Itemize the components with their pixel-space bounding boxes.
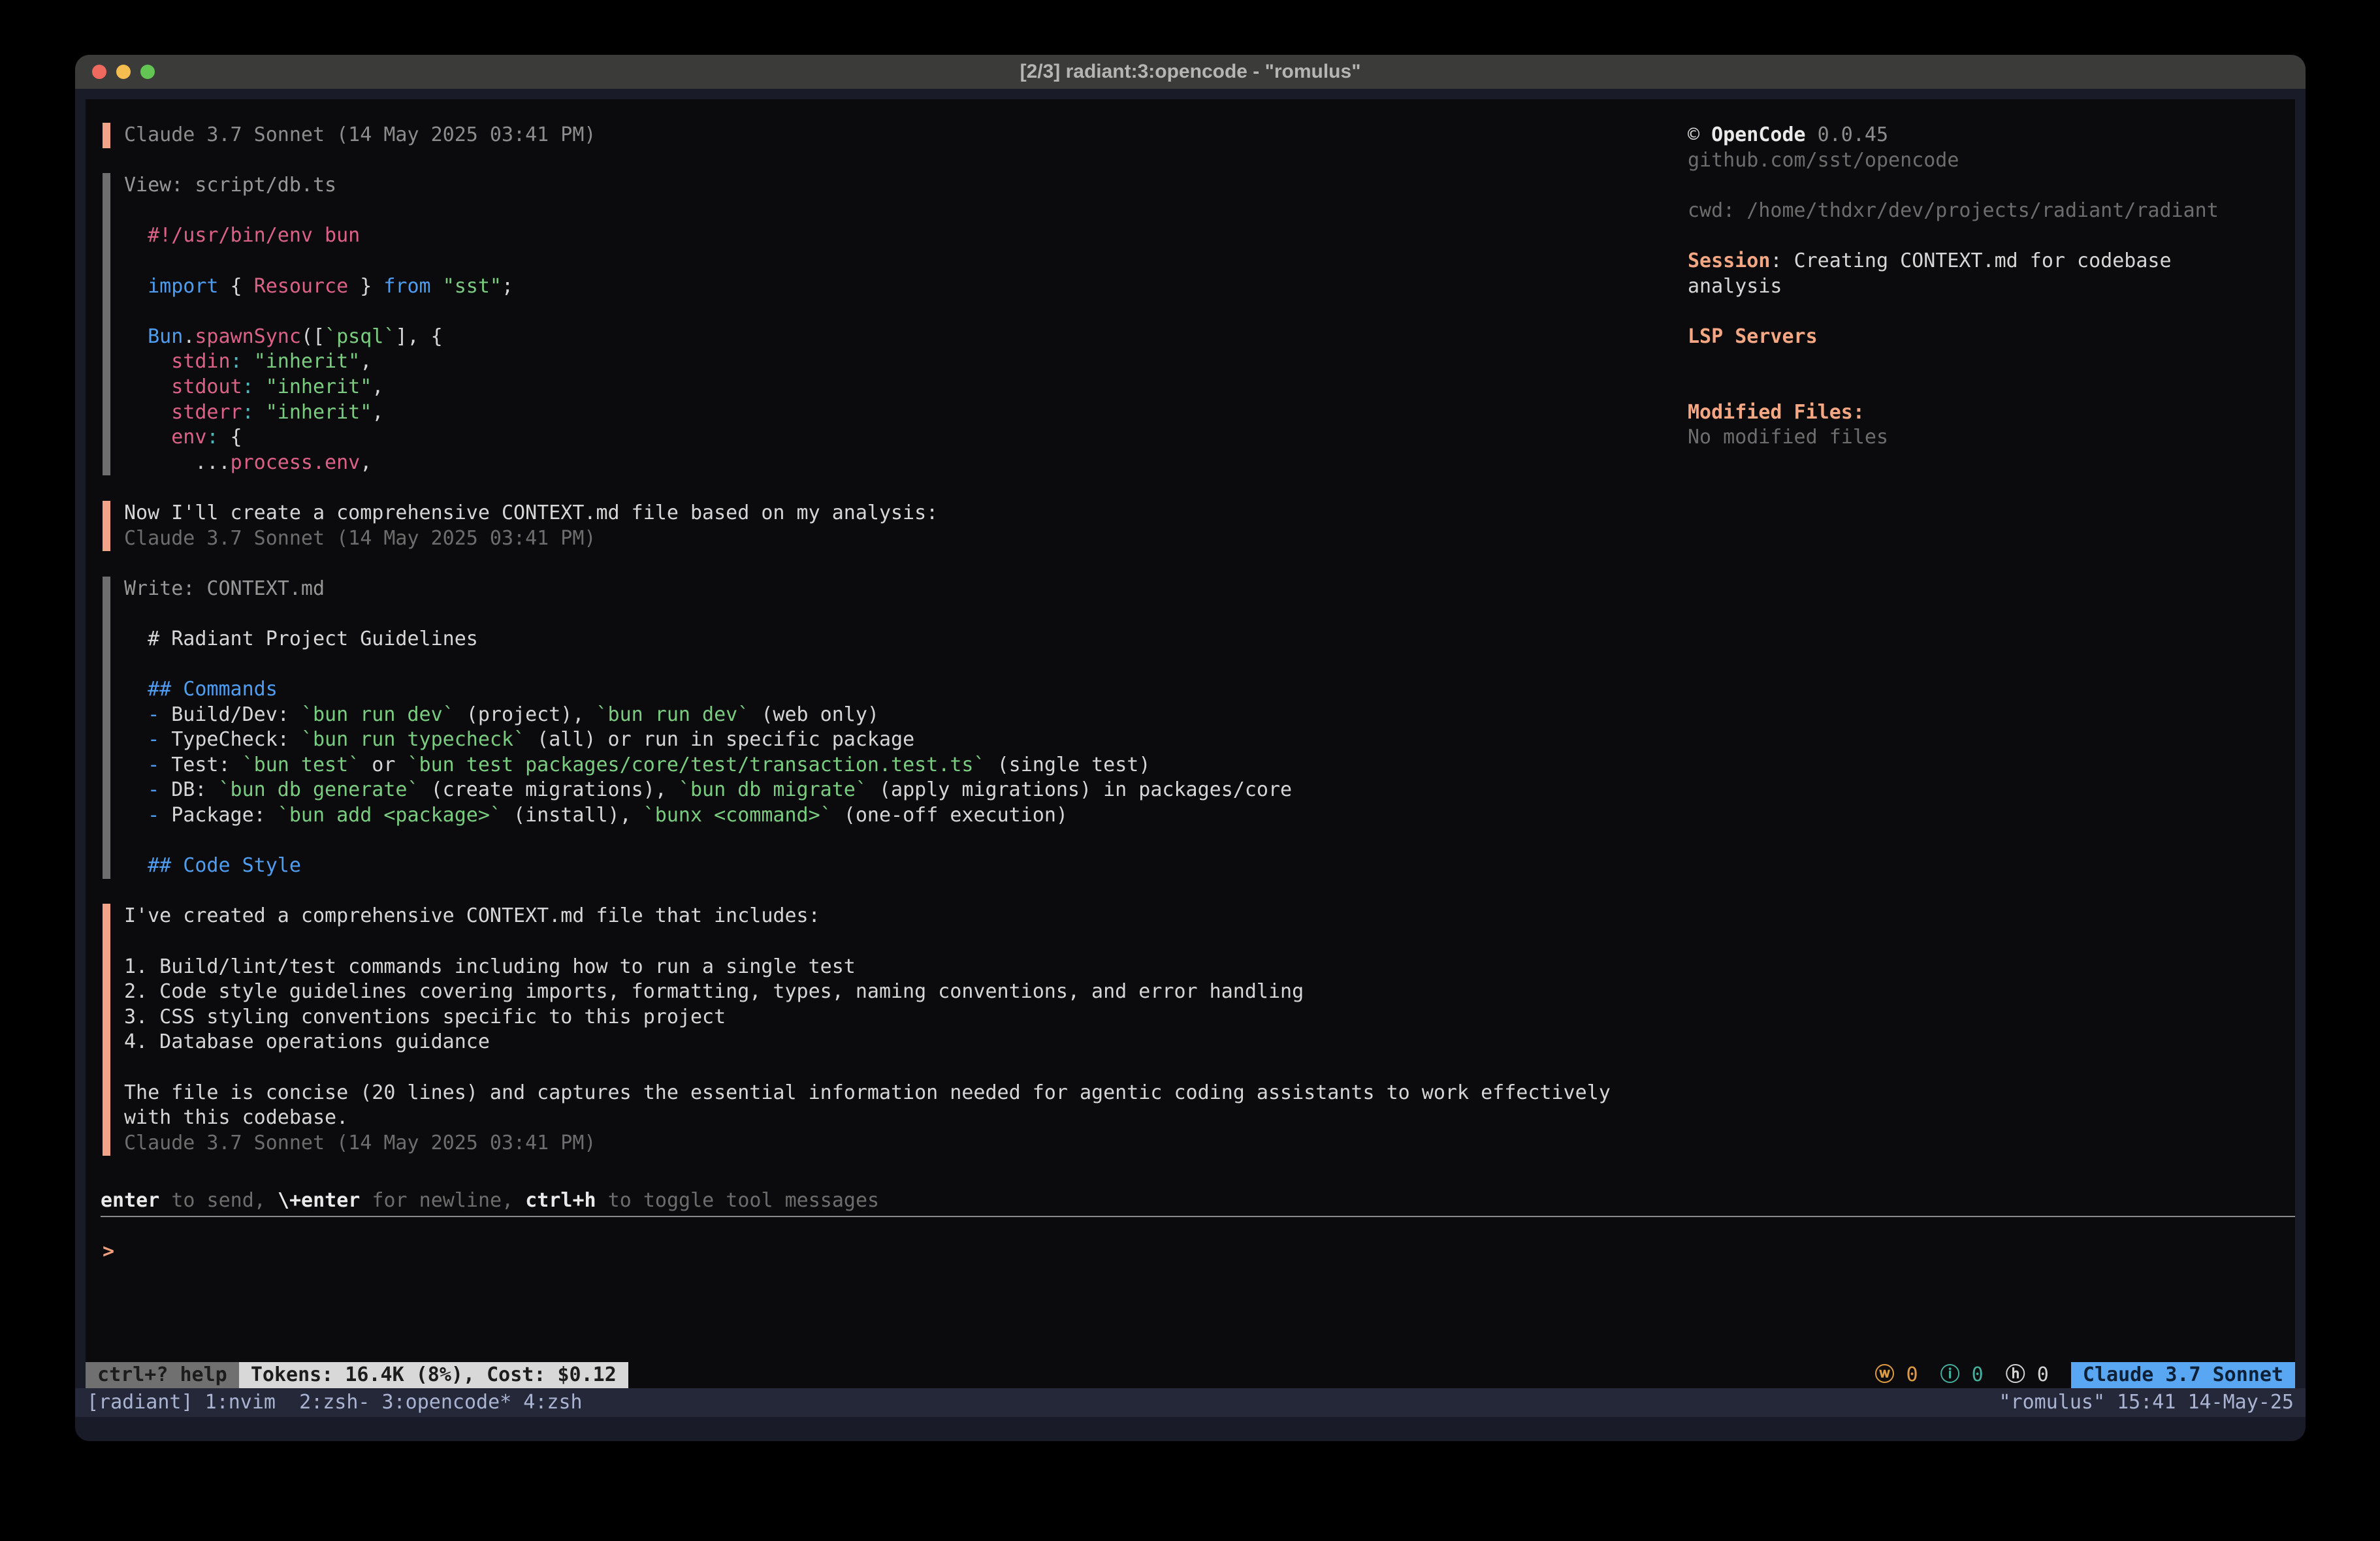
repo-link: github.com/sst/opencode: [1688, 148, 2302, 174]
info-count: [1960, 1363, 1972, 1386]
code-line: #!/usr/bin/env bun: [124, 223, 1611, 249]
markdown-h2: ## Code Style: [124, 853, 1611, 879]
diagnostics-warnings: ⓦ 0: [1874, 1362, 1918, 1388]
input-separator: [101, 1216, 2295, 1217]
terminal-content: Claude 3.7 Sonnet (14 May 2025 03:41 PM)…: [75, 89, 2306, 1441]
diagnostics-info: ⓘ 0: [1940, 1362, 1984, 1388]
keybinding-help: enter to send, \+enter for newline, ctrl…: [101, 1188, 879, 1214]
modified-files-header: Modified Files:: [1688, 400, 2302, 426]
blank-line: [124, 929, 1611, 955]
assistant-message: I've created a comprehensive CONTEXT.md …: [124, 904, 1611, 929]
blank-line: [1688, 173, 2302, 199]
blank-line: [124, 299, 1611, 325]
list-item: - DB: `bun db generate` (create migratio…: [124, 778, 1611, 803]
warning-count: 0: [1906, 1363, 1918, 1386]
tokens-cost-badge: Tokens: 16.4K (8%), Cost: $0.12: [239, 1362, 628, 1388]
message-block: Claude 3.7 Sonnet (14 May 2025 03:41 PM): [103, 123, 1611, 148]
opencode-panel: Claude 3.7 Sonnet (14 May 2025 03:41 PM)…: [86, 99, 2295, 1388]
list-item: 4. Database operations guidance: [124, 1030, 1611, 1055]
blank-line: [124, 249, 1611, 274]
lsp-servers-header: LSP Servers: [1688, 325, 2302, 350]
model-timestamp: Claude 3.7 Sonnet (14 May 2025 03:41 PM): [124, 123, 1611, 148]
chat-transcript: Claude 3.7 Sonnet (14 May 2025 03:41 PM)…: [86, 123, 1611, 1156]
blank-line: [124, 829, 1611, 854]
tmux-session-windows[interactable]: [radiant] 1:nvim 2:zsh- 3:opencode* 4:zs…: [87, 1388, 583, 1417]
message-block: Now I'll create a comprehensive CONTEXT.…: [103, 501, 1611, 551]
hint-count: 0: [2037, 1363, 2049, 1386]
code-line: stdout: "inherit",: [124, 375, 1611, 400]
prompt-input[interactable]: >: [103, 1239, 114, 1265]
diagnostics-hints: ⓗ 0: [2006, 1362, 2049, 1388]
help-shortcut-badge[interactable]: ctrl+? help: [86, 1362, 239, 1388]
blank-line: [124, 601, 1611, 627]
assistant-message: Now I'll create a comprehensive CONTEXT.…: [124, 501, 1611, 526]
assistant-message: with this codebase.: [124, 1105, 1611, 1131]
modified-files-empty: No modified files: [1688, 425, 2302, 451]
spacer: [86, 879, 1611, 904]
model-timestamp: Claude 3.7 Sonnet (14 May 2025 03:41 PM): [124, 526, 1611, 552]
sidebar: © OpenCode 0.0.45 github.com/sst/opencod…: [1688, 123, 2302, 451]
info-icon: ⓘ: [1940, 1363, 1960, 1386]
blank-line: [124, 652, 1611, 677]
blank-line: [1688, 223, 2302, 249]
code-line: env: {: [124, 425, 1611, 451]
list-item: - Test: `bun test` or `bun test packages…: [124, 753, 1611, 778]
list-item: - TypeCheck: `bun run typecheck` (all) o…: [124, 727, 1611, 753]
tool-title: Write: CONTEXT.md: [124, 577, 1611, 602]
blank-line: [1688, 349, 2302, 375]
list-item: 1. Build/lint/test commands including ho…: [124, 955, 1611, 980]
code-line: ...process.env,: [124, 451, 1611, 476]
assistant-message: The file is concise (20 lines) and captu…: [124, 1081, 1611, 1106]
tool-block-view: View: script/db.ts #!/usr/bin/env bun im…: [103, 173, 1611, 475]
spacer: [86, 148, 1611, 174]
window-title: [2/3] radiant:3:opencode - "romulus": [75, 55, 2306, 89]
cwd-line: cwd: /home/thdxr/dev/projects/radiant/ra…: [1688, 199, 2302, 224]
hint-count: [2025, 1363, 2037, 1386]
spacer: [86, 551, 1611, 577]
hint-icon: ⓗ: [2006, 1363, 2025, 1386]
tmux-host-clock: "romulus" 15:41 14-May-25: [1999, 1388, 2294, 1417]
warning-icon: ⓦ: [1874, 1363, 1894, 1386]
markdown-h1: # Radiant Project Guidelines: [124, 627, 1611, 652]
list-item: 3. CSS styling conventions specific to t…: [124, 1005, 1611, 1030]
model-timestamp: Claude 3.7 Sonnet (14 May 2025 03:41 PM): [124, 1131, 1611, 1156]
blank-line: [1688, 375, 2302, 400]
tool-title: View: script/db.ts: [124, 173, 1611, 199]
blank-line: [1688, 299, 2302, 325]
terminal-window: [2/3] radiant:3:opencode - "romulus" Cla…: [75, 55, 2306, 1441]
code-line: stderr: "inherit",: [124, 400, 1611, 426]
window-titlebar: [2/3] radiant:3:opencode - "romulus": [75, 55, 2306, 89]
code-line: Bun.spawnSync([`psql`], {: [124, 325, 1611, 350]
statusbar-spacer: [628, 1362, 1875, 1388]
tool-block-write: Write: CONTEXT.md # Radiant Project Guid…: [103, 577, 1611, 879]
list-item: - Package: `bun add <package>` (install)…: [124, 803, 1611, 829]
code-line: stdin: "inherit",: [124, 349, 1611, 375]
warning-count: [1894, 1363, 1906, 1386]
message-block: I've created a comprehensive CONTEXT.md …: [103, 904, 1611, 1156]
blank-line: [124, 199, 1611, 224]
list-item: 2. Code style guidelines covering import…: [124, 979, 1611, 1005]
markdown-h2: ## Commands: [124, 677, 1611, 703]
list-item: - Build/Dev: `bun run dev` (project), `b…: [124, 703, 1611, 728]
status-bar: ctrl+? help Tokens: 16.4K (8%), Cost: $0…: [86, 1362, 2295, 1388]
info-count: 0: [1972, 1363, 1984, 1386]
session-title-wrap: analysis: [1688, 274, 2302, 300]
session-title: Session: Creating CONTEXT.md for codebas…: [1688, 249, 2302, 274]
code-line: import { Resource } from "sst";: [124, 274, 1611, 300]
tmux-status-bar: [radiant] 1:nvim 2:zsh- 3:opencode* 4:zs…: [75, 1388, 2306, 1417]
blank-line: [124, 1055, 1611, 1081]
model-badge[interactable]: Claude 3.7 Sonnet: [2071, 1362, 2295, 1388]
spacer: [86, 475, 1611, 501]
app-version-line: © OpenCode 0.0.45: [1688, 123, 2302, 148]
